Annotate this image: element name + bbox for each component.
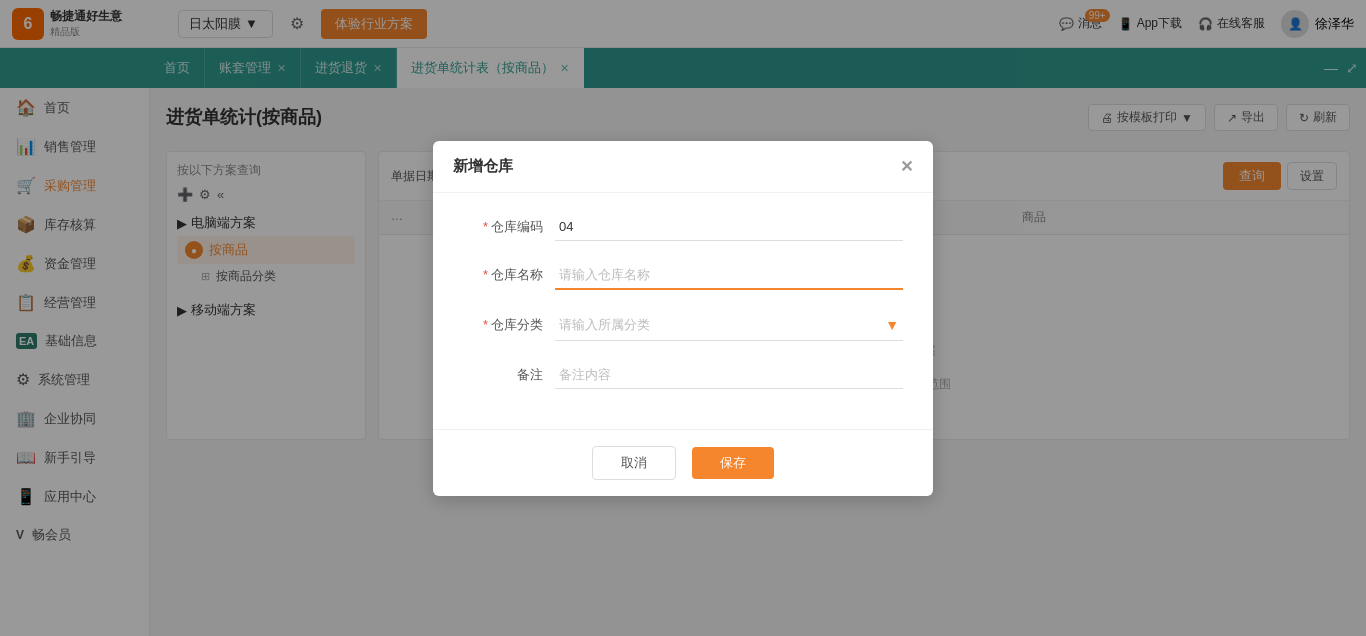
modal-close-button[interactable]: ✕ — [900, 157, 913, 176]
modal-header: 新增仓库 ✕ — [433, 141, 933, 193]
modal-footer: 取消 保存 — [433, 429, 933, 496]
save-button[interactable]: 保存 — [692, 447, 774, 479]
modal-overlay[interactable]: 新增仓库 ✕ 仓库编码 仓库名称 仓库分类 请输入所属分类 ▼ — [0, 0, 1366, 636]
modal-body: 仓库编码 仓库名称 仓库分类 请输入所属分类 ▼ 备注 — [433, 193, 933, 429]
note-label: 备注 — [463, 366, 543, 384]
category-dropdown-icon: ▼ — [885, 317, 899, 333]
code-input[interactable] — [555, 213, 903, 241]
category-label: 仓库分类 — [463, 316, 543, 334]
new-warehouse-modal: 新增仓库 ✕ 仓库编码 仓库名称 仓库分类 请输入所属分类 ▼ — [433, 141, 933, 496]
name-input[interactable] — [555, 261, 903, 290]
form-row-category: 仓库分类 请输入所属分类 ▼ — [463, 310, 903, 341]
note-input[interactable] — [555, 361, 903, 389]
modal-title: 新增仓库 — [453, 157, 513, 176]
code-label: 仓库编码 — [463, 218, 543, 236]
form-row-note: 备注 — [463, 361, 903, 389]
category-select[interactable]: 请输入所属分类 ▼ — [555, 310, 903, 341]
form-row-code: 仓库编码 — [463, 213, 903, 241]
name-label: 仓库名称 — [463, 266, 543, 284]
cancel-button[interactable]: 取消 — [592, 446, 676, 480]
form-row-name: 仓库名称 — [463, 261, 903, 290]
